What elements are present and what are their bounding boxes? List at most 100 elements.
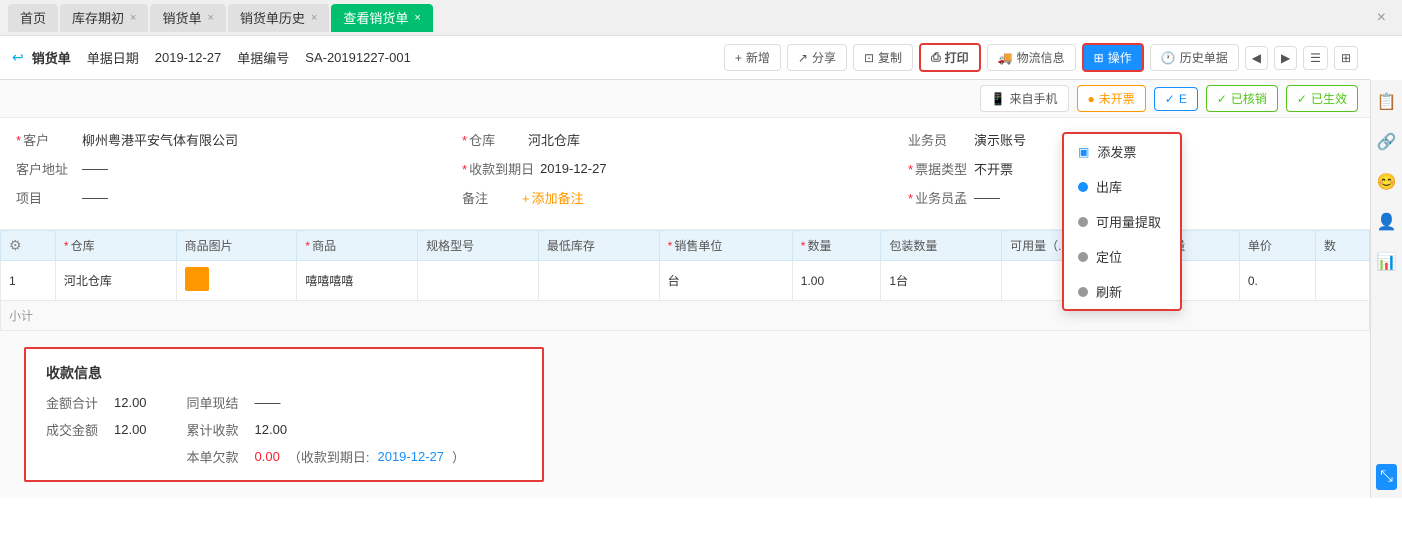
logistics-label: 物流信息 <box>1017 49 1065 66</box>
no-invoice-button[interactable]: ● 未开票 <box>1077 85 1146 112</box>
tab-view-sales-close[interactable]: × <box>414 12 420 24</box>
dropdown-refresh[interactable]: 刷新 <box>1064 274 1180 309</box>
project-label: 项目 <box>16 188 76 207</box>
avail-label: 可用量提取 <box>1096 212 1161 231</box>
history-button[interactable]: 🕐 历史单据 <box>1150 44 1239 71</box>
tab-view-sales-label: 查看销货单 <box>343 8 408 27</box>
copy-label: 复制 <box>878 49 902 66</box>
ship-dot-icon <box>1078 182 1088 192</box>
outstanding-row: 本单欠款 0.00 （收款到期日: 2019-12-27 ） <box>187 447 465 466</box>
row-index: 1 <box>1 261 56 301</box>
payment-area: 收款信息 金额合计 12.00 成交金额 12.00 <box>0 331 1370 498</box>
same-order-row: 同单现结 —— <box>187 393 465 412</box>
outstanding-note-end: ） <box>452 447 465 466</box>
logistics-button[interactable]: 🚚 物流信息 <box>987 44 1076 71</box>
tab-home[interactable]: 首页 <box>8 4 58 32</box>
dropdown-locate[interactable]: 定位 <box>1064 239 1180 274</box>
due-date-field: 收款到期日 2019-12-27 <box>462 159 908 178</box>
next-nav-button[interactable]: ▶ <box>1274 46 1297 70</box>
copy-button[interactable]: ⊡ 复制 <box>853 44 913 71</box>
row-min-stock <box>538 261 659 301</box>
doc-type-icon: ↩ <box>12 49 24 66</box>
confirm-label: E <box>1179 92 1187 106</box>
effective-label: 已生效 <box>1311 90 1347 107</box>
print-button[interactable]: ⎙ 打印 <box>919 43 981 72</box>
same-order-value: —— <box>255 395 281 410</box>
address-label: 客户地址 <box>16 159 76 178</box>
total-received-row: 累计收款 12.00 <box>187 420 465 439</box>
sidebar-user-icon[interactable]: 👤 <box>1373 208 1401 236</box>
tab-sales[interactable]: 销货单 × <box>150 4 225 32</box>
add-note-button[interactable]: 添加备注 <box>522 188 584 207</box>
number-value: SA-20191227-001 <box>305 50 411 65</box>
operator-value: 演示账号 <box>974 130 1026 149</box>
total-amount-row: 金额合计 12.00 <box>46 393 147 412</box>
due-date-value: 2019-12-27 <box>540 161 607 176</box>
tab-inventory[interactable]: 库存期初 × <box>60 4 148 32</box>
col-warehouse: 仓库 <box>55 231 176 261</box>
project-field: 项目 —— <box>16 188 462 207</box>
new-label: 新增 <box>746 49 770 66</box>
new-button[interactable]: + 新增 <box>724 44 781 71</box>
date-value: 2019-12-27 <box>155 50 222 65</box>
share-button[interactable]: ↗ 分享 <box>787 44 847 71</box>
row-pkg-qty: 1台 <box>881 261 1002 301</box>
dropdown-avail[interactable]: 可用量提取 <box>1064 204 1180 239</box>
payment-section: 收款信息 金额合计 12.00 成交金额 12.00 <box>24 347 544 482</box>
tab-sales-history[interactable]: 销货单历史 × <box>228 4 329 32</box>
ticket-value: 不开票 <box>974 159 1013 178</box>
customer-value: 柳州粤港平安气体有限公司 <box>82 130 238 149</box>
deal-amount-row: 成交金额 12.00 <box>46 420 147 439</box>
print-label: 打印 <box>945 49 969 66</box>
date-label: 单据日期 <box>87 48 139 67</box>
tab-inventory-close[interactable]: × <box>130 12 136 24</box>
col-price: 单价 <box>1239 231 1315 261</box>
tab-sales-history-close[interactable]: × <box>311 12 317 24</box>
deal-amount-value: 12.00 <box>114 422 147 437</box>
sidebar-link-icon[interactable]: 🔗 <box>1373 128 1401 156</box>
history-label: 历史单据 <box>1180 49 1228 66</box>
doc-type-label: 销货单 <box>32 48 71 67</box>
row-product-img <box>176 261 297 301</box>
row-spec <box>418 261 539 301</box>
col-unit: 销售单位 <box>659 231 792 261</box>
tab-view-sales[interactable]: 查看销货单 × <box>331 4 432 32</box>
col-qty: 数量 <box>792 231 881 261</box>
from-mobile-button[interactable]: 📱 来自手机 <box>980 85 1069 112</box>
prev-nav-button[interactable]: ◀ <box>1245 46 1268 70</box>
dropdown-ship[interactable]: 出库 <box>1064 169 1180 204</box>
copy-icon: ⊡ <box>864 51 874 65</box>
operations-dropdown: ▣ 添发票 出库 可用量提取 定位 刷新 <box>1062 132 1182 311</box>
confirm-button[interactable]: ✓ E <box>1154 87 1198 111</box>
salesperson-value: —— <box>974 190 1000 205</box>
sidebar-face-icon[interactable]: 😊 <box>1373 168 1401 196</box>
locate-dot-icon <box>1078 252 1088 262</box>
global-close-button[interactable]: × <box>1369 9 1394 27</box>
row-warehouse: 河北仓库 <box>55 261 176 301</box>
tab-home-label: 首页 <box>20 8 46 27</box>
operator-label: 业务员 <box>908 130 968 149</box>
warehouse-label: 仓库 <box>462 130 522 149</box>
customer-field: 客户 柳州粤港平安气体有限公司 <box>16 130 462 149</box>
row-product: 嘻嘻嘻嘻 <box>297 261 418 301</box>
product-image <box>185 267 209 291</box>
payment-left-col: 金额合计 12.00 成交金额 12.00 <box>46 393 147 466</box>
avail-dot-icon <box>1078 217 1088 227</box>
operations-button[interactable]: ⊞ 操作 <box>1082 43 1144 72</box>
sidebar-chart-icon[interactable]: 📊 <box>1373 248 1401 276</box>
tab-bar: 首页 库存期初 × 销货单 × 销货单历史 × 查看销货单 × × <box>0 0 1402 36</box>
effective-button[interactable]: ✓ 已生效 <box>1286 85 1358 112</box>
grid-view-button[interactable]: ⊞ <box>1334 46 1358 70</box>
logistics-icon: 🚚 <box>998 51 1013 65</box>
settled-button[interactable]: ✓ 已核销 <box>1206 85 1278 112</box>
sidebar-expand-icon[interactable]: ⤡ <box>1376 464 1397 490</box>
col-settings[interactable]: ⚙ <box>1 231 56 261</box>
tab-sales-close[interactable]: × <box>207 12 213 24</box>
gear-icon[interactable]: ⚙ <box>9 237 22 253</box>
address-value: —— <box>82 161 108 176</box>
address-field: 客户地址 —— <box>16 159 462 178</box>
sidebar-copy-icon[interactable]: 📋 <box>1373 88 1401 116</box>
list-view-button[interactable]: ☰ <box>1303 46 1328 70</box>
toolbar: ↩ 销货单 单据日期 2019-12-27 单据编号 SA-20191227-0… <box>0 36 1370 80</box>
dropdown-add-invoice[interactable]: ▣ 添发票 <box>1064 134 1180 169</box>
